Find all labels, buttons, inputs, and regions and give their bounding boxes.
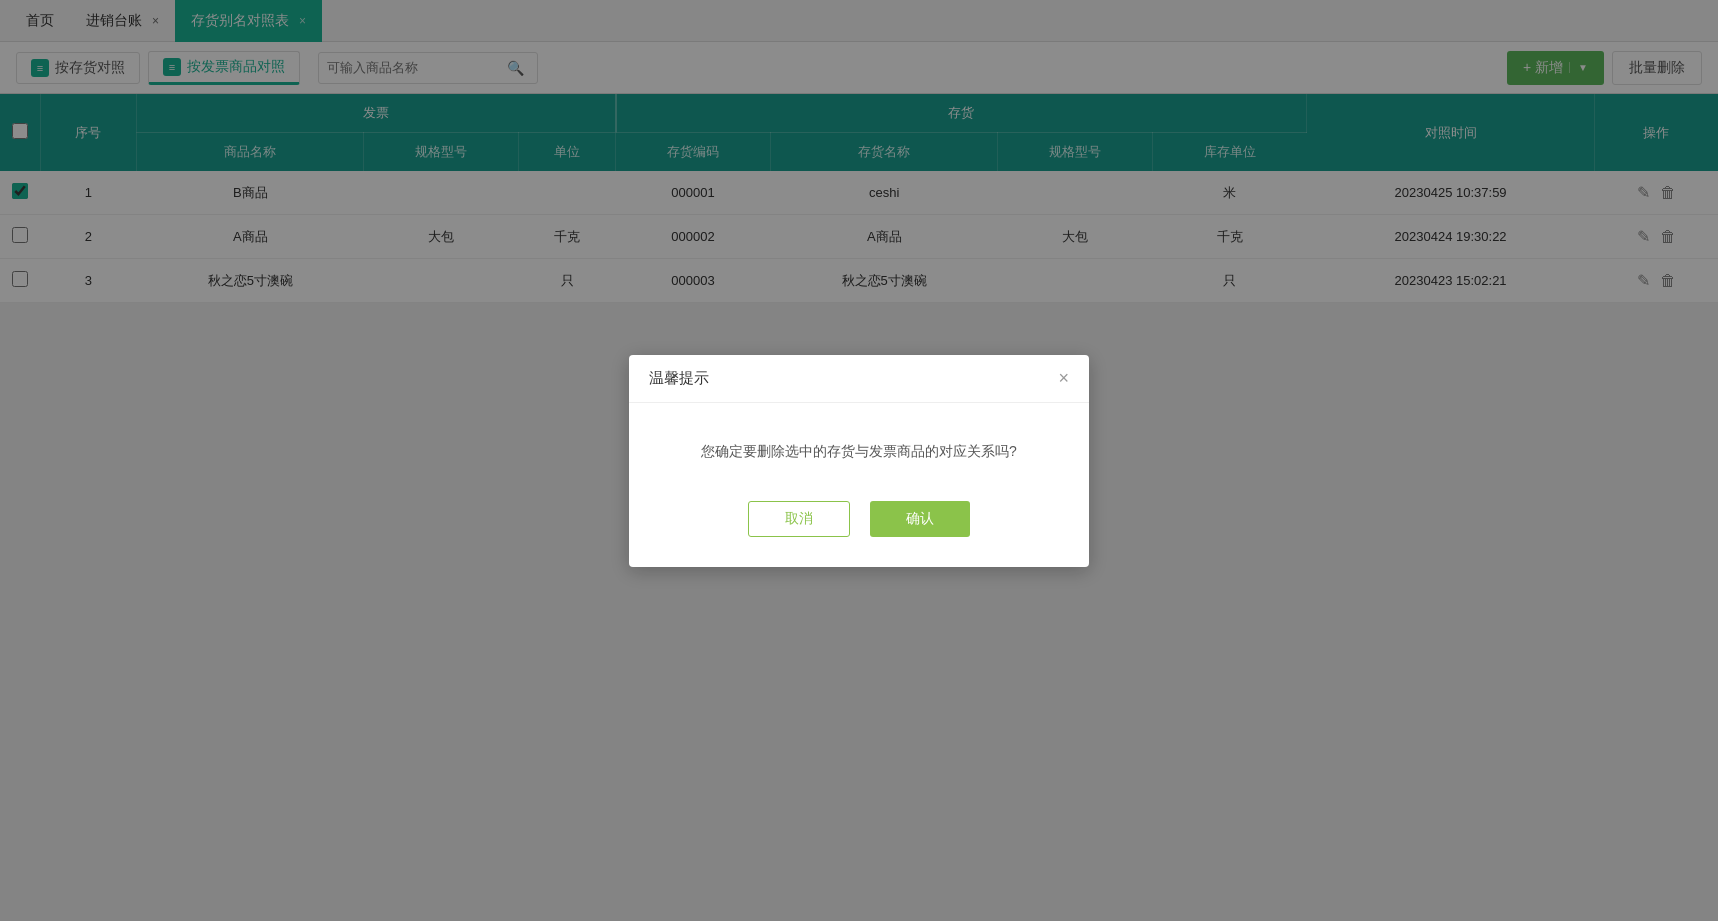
dialog-body: 您确定要删除选中的存货与发票商品的对应关系吗? — [629, 403, 1089, 491]
modal-overlay: 温馨提示 × 您确定要删除选中的存货与发票商品的对应关系吗? 取消 确认 — [0, 0, 1718, 921]
dialog-close-button[interactable]: × — [1058, 369, 1069, 387]
dialog-header: 温馨提示 × — [629, 355, 1089, 403]
dialog-message: 您确定要删除选中的存货与发票商品的对应关系吗? — [701, 443, 1017, 459]
dialog-cancel-button[interactable]: 取消 — [748, 501, 850, 537]
dialog-title: 温馨提示 — [649, 369, 709, 388]
confirm-dialog: 温馨提示 × 您确定要删除选中的存货与发票商品的对应关系吗? 取消 确认 — [629, 355, 1089, 567]
dialog-footer: 取消 确认 — [629, 491, 1089, 567]
dialog-confirm-button[interactable]: 确认 — [870, 501, 970, 537]
